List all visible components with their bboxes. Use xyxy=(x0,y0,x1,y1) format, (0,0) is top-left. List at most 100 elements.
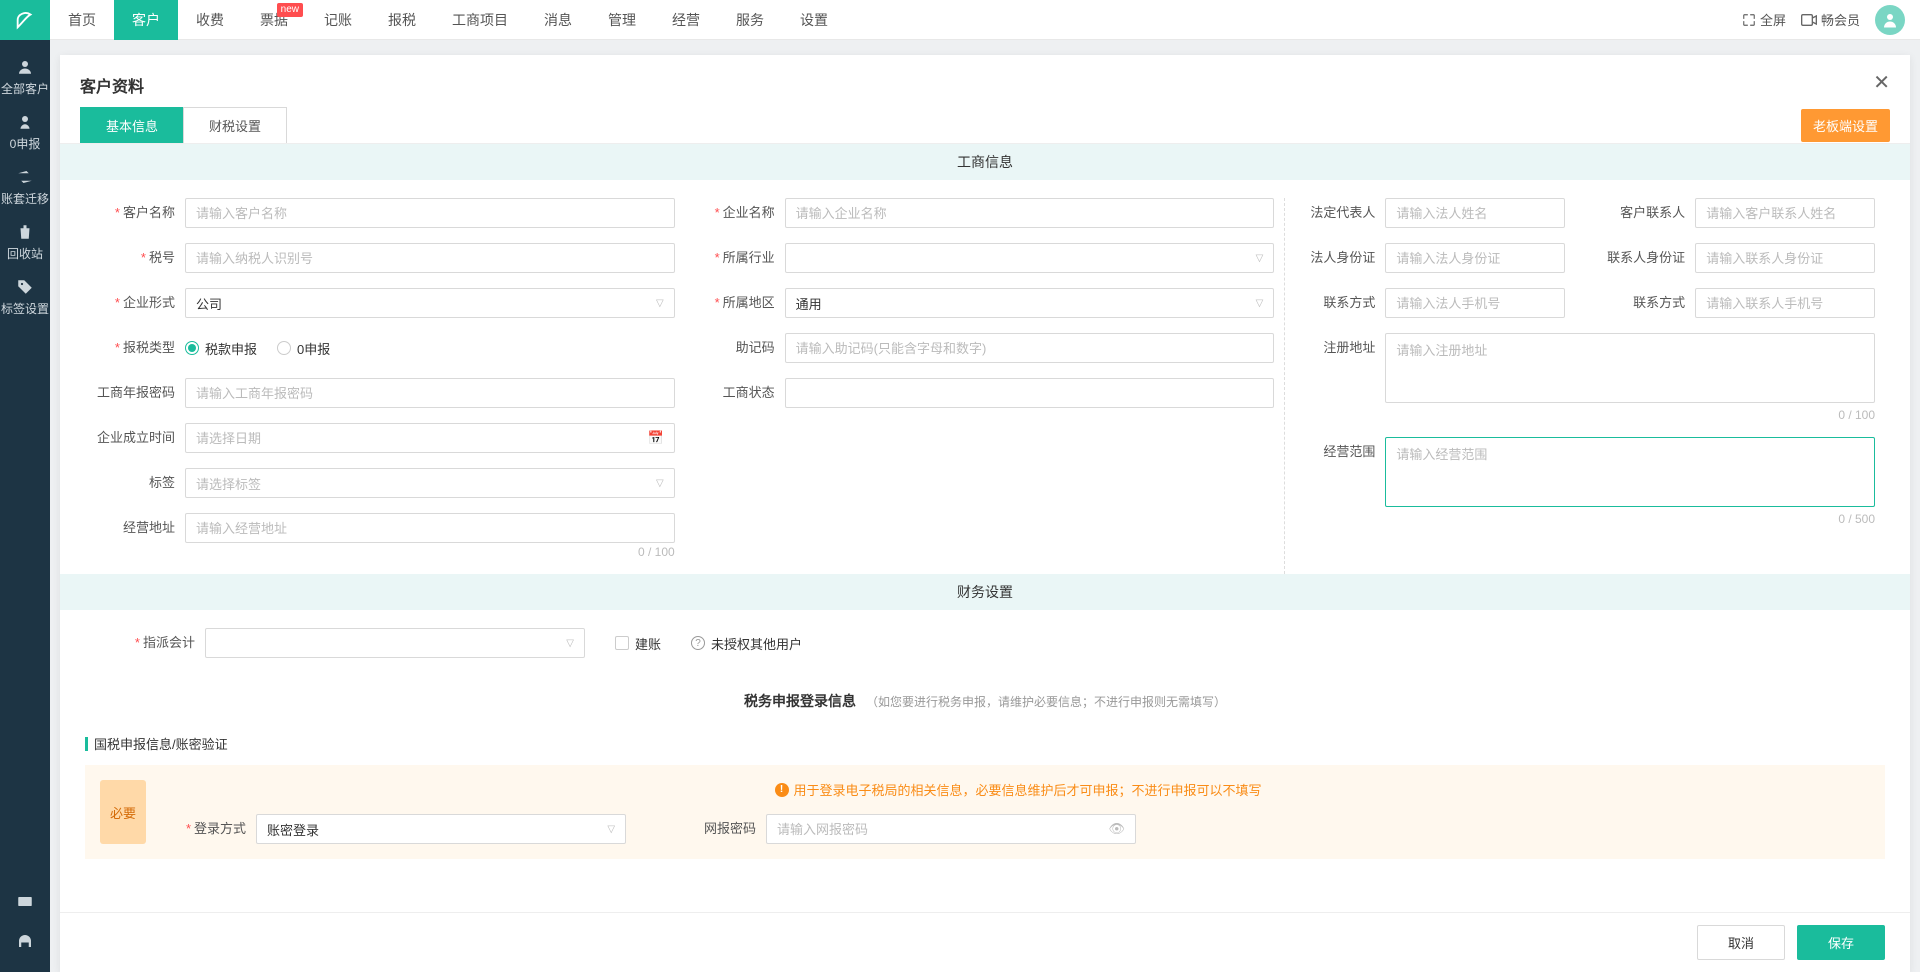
nav-items: 首页客户收费票据new记账报税工商项目消息管理经营服务设置 xyxy=(50,0,846,39)
legal-rep-input[interactable] xyxy=(1385,198,1565,228)
sidebar-item-transfer[interactable]: 账套迁移 xyxy=(0,160,50,215)
reg-addr-counter: 0 / 100 xyxy=(1385,408,1875,422)
users-icon xyxy=(16,58,34,76)
modal-body: 工商信息 *客户名称 *税号 *企业形式 公司▽ xyxy=(60,144,1910,912)
sidebar-bottom-headset[interactable] xyxy=(0,924,50,962)
login-method-select[interactable]: 账密登录▽ xyxy=(256,814,626,844)
region-select[interactable]: 通用▽ xyxy=(785,288,1275,318)
sidebar-item-label: 账套迁移 xyxy=(1,192,49,206)
eye-off-icon[interactable]: 👁 xyxy=(1109,821,1126,837)
label-tags: 标签 xyxy=(149,475,175,490)
checkbox-icon xyxy=(615,636,629,650)
close-icon[interactable]: ✕ xyxy=(1873,73,1890,93)
label-tax-id: 税号 xyxy=(149,250,175,265)
annual-pwd-input[interactable] xyxy=(185,378,675,408)
form-col-3: 法定代表人 客户联系人 法人身份证 xyxy=(1285,198,1885,574)
biz-status-input[interactable] xyxy=(785,378,1275,408)
sidebar-item-tag[interactable]: 标签设置 xyxy=(0,270,50,325)
tab-tax-settings[interactable]: 财税设置 xyxy=(183,107,287,143)
company-name-input[interactable] xyxy=(785,198,1275,228)
nav-item-7[interactable]: 消息 xyxy=(526,0,590,40)
sidebar-item-user[interactable]: 0申报 xyxy=(0,105,50,160)
modal-title: 客户资料 xyxy=(80,73,144,97)
nav-item-3[interactable]: 票据new xyxy=(242,0,306,40)
label-company-form: 企业形式 xyxy=(123,295,175,310)
industry-select[interactable]: ▽ xyxy=(785,243,1275,273)
member-button[interactable]: 畅会员 xyxy=(1801,10,1860,29)
sidebar: 全部客户 0申报账套迁移回收站标签设置 xyxy=(0,40,50,972)
required-pill: 必要 xyxy=(100,780,146,844)
contact-input[interactable] xyxy=(1695,198,1875,228)
customer-name-input[interactable] xyxy=(185,198,675,228)
label-company-name: 企业名称 xyxy=(723,205,775,220)
contact-phone-input[interactable] xyxy=(1695,288,1875,318)
nav-item-6[interactable]: 工商项目 xyxy=(434,0,526,40)
sidebar-item-label: 全部客户 xyxy=(1,82,49,96)
nav-item-2[interactable]: 收费 xyxy=(178,0,242,40)
biz-addr-counter: 0 / 100 xyxy=(185,545,675,559)
nav-item-0[interactable]: 首页 xyxy=(50,0,114,40)
contact-id-input[interactable] xyxy=(1695,243,1875,273)
reg-addr-textarea[interactable] xyxy=(1385,333,1875,403)
trash-icon xyxy=(16,223,34,241)
main-area: 客户资料 ✕ 基本信息 财税设置 老板端设置 工商信息 *客户名称 *税号 xyxy=(50,40,1920,972)
tax-id-input[interactable] xyxy=(185,243,675,273)
cancel-button[interactable]: 取消 xyxy=(1697,925,1785,960)
top-nav: 首页客户收费票据new记账报税工商项目消息管理经营服务设置 全屏 畅会员 xyxy=(0,0,1920,40)
sidebar-bottom-monitor[interactable] xyxy=(0,886,50,924)
legal-phone-input[interactable] xyxy=(1385,288,1565,318)
help-icon[interactable]: ? xyxy=(691,636,705,650)
headset-icon xyxy=(16,932,34,950)
national-tax-title: 国税申报信息/账密验证 xyxy=(85,734,1885,753)
nav-item-8[interactable]: 管理 xyxy=(590,0,654,40)
biz-scope-textarea[interactable] xyxy=(1385,437,1875,507)
nav-item-9[interactable]: 经营 xyxy=(654,0,718,40)
no-auth-item: ? 未授权其他用户 xyxy=(691,634,802,653)
tags-select[interactable]: 请选择标签▽ xyxy=(185,468,675,498)
tab-basic-info[interactable]: 基本信息 xyxy=(80,107,184,143)
sidebar-item-users[interactable]: 全部客户 xyxy=(0,50,50,105)
chevron-down-icon: ▽ xyxy=(656,478,664,489)
create-book-checkbox[interactable]: 建账 xyxy=(615,634,661,653)
topnav-right: 全屏 畅会员 xyxy=(1742,5,1920,35)
chevron-down-icon: ▽ xyxy=(1256,253,1264,264)
label-mnemonic: 助记码 xyxy=(736,340,775,355)
user-icon xyxy=(16,113,34,131)
fullscreen-button[interactable]: 全屏 xyxy=(1742,10,1786,29)
label-assign-acct: 指派会计 xyxy=(143,635,195,650)
nav-item-5[interactable]: 报税 xyxy=(370,0,434,40)
save-button[interactable]: 保存 xyxy=(1797,925,1885,960)
calendar-icon: 📅 xyxy=(647,430,663,446)
radio-tax-declare[interactable]: 税款申报 xyxy=(185,339,257,358)
nav-item-10[interactable]: 服务 xyxy=(718,0,782,40)
company-form-select[interactable]: 公司▽ xyxy=(185,288,675,318)
member-label: 畅会员 xyxy=(1821,10,1860,29)
web-pwd-input[interactable]: 👁 xyxy=(766,814,1136,844)
radio-zero-declare[interactable]: 0申报 xyxy=(277,339,330,358)
sidebar-item-trash[interactable]: 回收站 xyxy=(0,215,50,270)
biz-addr-input[interactable] xyxy=(185,513,675,543)
modal-footer: 取消 保存 xyxy=(60,912,1910,972)
label-tax-type: 报税类型 xyxy=(123,340,175,355)
avatar[interactable] xyxy=(1875,5,1905,35)
assign-acct-select[interactable]: ▽ xyxy=(205,628,585,658)
establish-date-input[interactable]: 📅 xyxy=(185,423,675,453)
label-biz-status: 工商状态 xyxy=(723,385,775,400)
nav-item-11[interactable]: 设置 xyxy=(782,0,846,40)
label-legal-id: 法人身份证 xyxy=(1310,250,1375,265)
label-establish-date: 企业成立时间 xyxy=(97,430,175,445)
boss-settings-button[interactable]: 老板端设置 xyxy=(1801,109,1890,142)
customer-modal: 客户资料 ✕ 基本信息 财税设置 老板端设置 工商信息 *客户名称 *税号 xyxy=(60,55,1910,972)
nav-item-4[interactable]: 记账 xyxy=(306,0,370,40)
label-contact-phone: 联系方式 xyxy=(1633,295,1685,310)
label-contact: 客户联系人 xyxy=(1620,205,1685,220)
monitor-icon xyxy=(16,894,34,912)
chevron-down-icon: ▽ xyxy=(607,824,615,835)
section-business-info: 工商信息 xyxy=(60,144,1910,180)
chevron-down-icon: ▽ xyxy=(656,298,664,309)
nav-item-1[interactable]: 客户 xyxy=(114,0,178,40)
mnemonic-input[interactable] xyxy=(785,333,1275,363)
legal-id-input[interactable] xyxy=(1385,243,1565,273)
new-badge: new xyxy=(277,3,303,17)
logo[interactable] xyxy=(0,0,50,40)
